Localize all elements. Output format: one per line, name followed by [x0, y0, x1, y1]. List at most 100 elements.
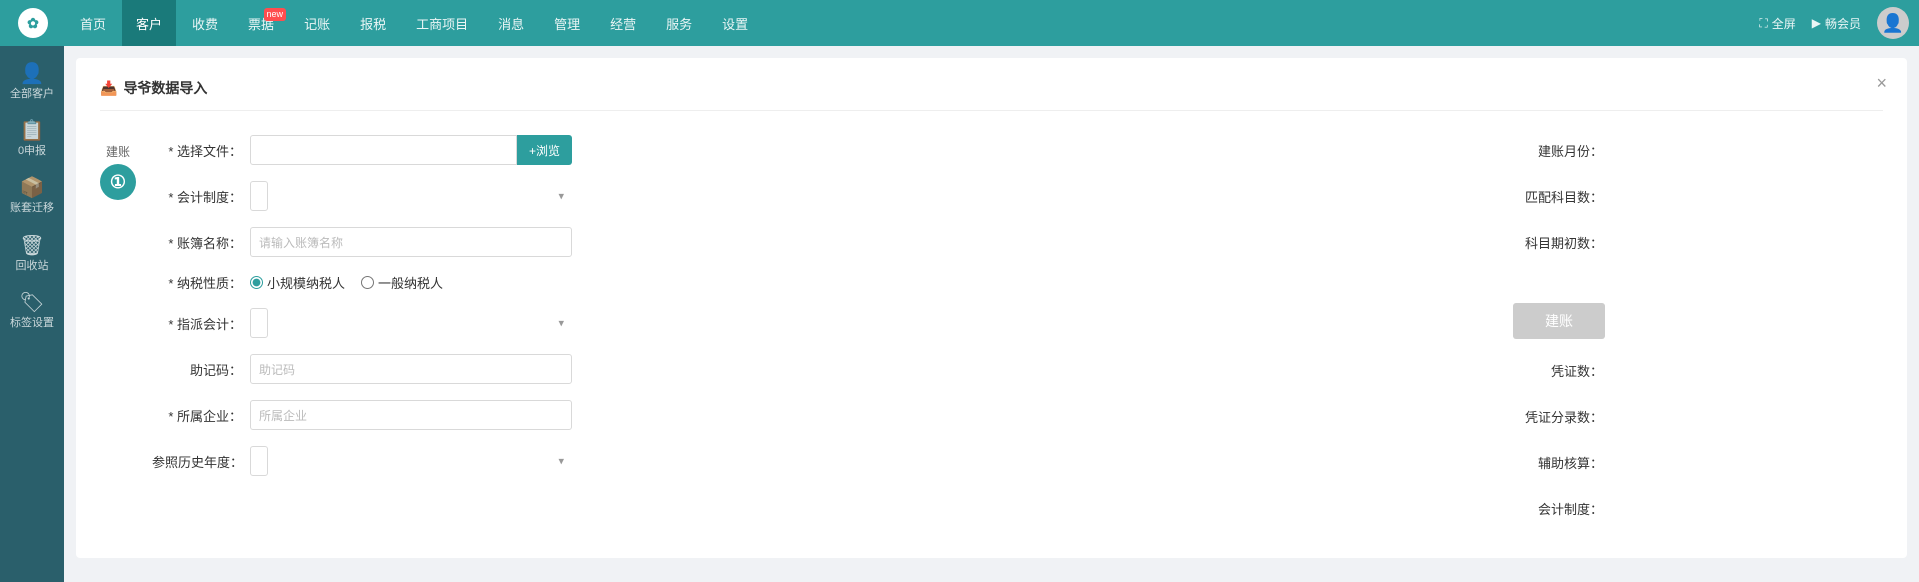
nav-items: 首页客户收费票据new记账报税工商项目消息管理经营服务设置 [66, 0, 1759, 46]
sidebar-icon-declare: 📋 [20, 121, 45, 141]
period-initial-row: 科目期初数： [1513, 227, 1883, 257]
tax-type-label: * 纳税性质： [152, 273, 242, 292]
period-initial-label: 科目期初数： [1513, 233, 1603, 252]
file-input-wrapper: +浏览 [250, 135, 572, 165]
history-year-select-wrapper [250, 446, 572, 476]
file-label: * 选择文件： [152, 141, 242, 160]
aux-accounting-value [1611, 447, 1883, 477]
right-panel-fields: 建账月份： 匹配科目数： 科目期初数： [1513, 135, 1883, 523]
close-button[interactable]: × [1876, 74, 1887, 92]
sidebar-label-tags: 标签设置 [10, 317, 54, 330]
form-layout: 建账 ① * 选择文件： +浏览 [100, 135, 1883, 523]
tax-radio-small-input[interactable] [250, 276, 263, 289]
build-btn-row: 建账 [1513, 283, 1883, 339]
title-text: 导爷数据导入 [123, 78, 207, 98]
user-avatar[interactable]: 👤 [1877, 7, 1909, 39]
company-input[interactable] [250, 400, 572, 430]
nav-item-finance[interactable]: 经营 [596, 0, 650, 46]
nav-item-billing[interactable]: 收费 [178, 0, 232, 46]
tax-radio-small[interactable]: 小规模纳税人 [250, 273, 345, 292]
nav-item-biz[interactable]: 工商项目 [402, 0, 482, 46]
browse-button[interactable]: +浏览 [517, 135, 572, 165]
accounting-system-label: * 会计制度： [152, 187, 242, 206]
tax-radio-general[interactable]: 一般纳税人 [361, 273, 443, 292]
ledger-name-label: * 账簿名称： [152, 233, 242, 252]
accounting-system-right-row: 会计制度： [1513, 493, 1883, 523]
history-year-select[interactable] [250, 446, 268, 476]
sidebar: 👤 全部客户 📋 0申报 📦账套迁移 🗑 回收站 🏷 标签设置 [0, 46, 64, 582]
nav-item-home[interactable]: 首页 [66, 0, 120, 46]
aux-accounting-row: 辅助核算： [1513, 447, 1883, 477]
page-card: 📥 导爷数据导入 × 建账 ① [76, 58, 1907, 558]
page-header: 📥 导爷数据导入 × [100, 78, 1883, 111]
period-initial-value [1611, 227, 1883, 257]
avatar-icon: 👤 [1882, 13, 1904, 34]
sidebar-icon-tags: 🏷 [19, 293, 44, 313]
accountant-row: * 指派会计： [152, 308, 572, 338]
match-subjects-value [1611, 181, 1883, 211]
nav-item-settings[interactable]: 设置 [708, 0, 762, 46]
fullscreen-button[interactable]: ⛶ 全屏 [1759, 15, 1795, 32]
nav-item-msg[interactable]: 消息 [484, 0, 538, 46]
company-row: * 所属企业： [152, 400, 572, 430]
sidebar-item-trash[interactable]: 🗑 回收站 [4, 228, 60, 281]
history-year-row: 参照历史年度： [152, 446, 572, 476]
voucher-value [1611, 355, 1883, 385]
member-button[interactable]: ▶ 畅会员 [1812, 15, 1861, 32]
file-input[interactable] [250, 135, 517, 165]
nav-item-service[interactable]: 服务 [652, 0, 706, 46]
nav-item-accounting[interactable]: 记账 [290, 0, 344, 46]
sidebar-item-tags[interactable]: 🏷 标签设置 [4, 285, 60, 338]
accounting-system-select[interactable] [250, 181, 268, 211]
tax-type-row: * 纳税性质： 小规模纳税人 一般纳税人 [152, 273, 572, 292]
memo-input[interactable] [250, 354, 572, 384]
tax-radio-general-label: 一般纳税人 [378, 273, 443, 292]
accountant-label: * 指派会计： [152, 314, 242, 333]
sidebar-label-all-customers: 全部客户 [10, 88, 54, 101]
top-navigation: ✿ 首页客户收费票据new记账报税工商项目消息管理经营服务设置 ⛶ 全屏 ▶ 畅… [0, 0, 1919, 46]
tax-radio-small-label: 小规模纳税人 [267, 273, 345, 292]
sidebar-label-trash: 回收站 [16, 260, 49, 273]
build-account-button[interactable]: 建账 [1513, 303, 1605, 339]
form-fields: * 选择文件： +浏览 * 会计制度： [152, 135, 572, 476]
fullscreen-icon: ⛶ [1759, 16, 1767, 31]
member-icon: ▶ [1812, 16, 1821, 30]
accounting-system-right-label: 会计制度： [1513, 499, 1603, 518]
form-left: 建账 ① * 选择文件： +浏览 [100, 135, 1483, 523]
nav-badge-invoice: new [264, 8, 287, 21]
month-label: 建账月份： [1513, 141, 1603, 160]
company-label: * 所属企业： [152, 406, 242, 425]
sidebar-item-all-customers[interactable]: 👤 全部客户 [4, 56, 60, 109]
fullscreen-label: 全屏 [1772, 15, 1796, 32]
ledger-name-row: * 账簿名称： [152, 227, 572, 257]
voucher-entries-row: 凭证分录数： [1513, 401, 1883, 431]
app-logo: ✿ [10, 0, 56, 46]
nav-item-manage[interactable]: 管理 [540, 0, 594, 46]
step-circle: ① [100, 164, 136, 200]
match-subjects-label: 匹配科目数： [1513, 187, 1603, 206]
accounting-system-select-wrapper [250, 181, 572, 211]
sidebar-label-declare: 0申报 [18, 145, 46, 158]
voucher-label: 凭证数： [1513, 361, 1603, 380]
tax-radio-general-input[interactable] [361, 276, 374, 289]
member-label: 畅会员 [1825, 15, 1861, 32]
nav-item-tax[interactable]: 报税 [346, 0, 400, 46]
accounting-system-row: * 会计制度： [152, 181, 572, 211]
nav-item-customer[interactable]: 客户 [122, 0, 176, 46]
sidebar-item-migration[interactable]: 📦账套迁移 [4, 170, 60, 223]
voucher-row: 凭证数： [1513, 355, 1883, 385]
form-right: 建账月份： 匹配科目数： 科目期初数： [1483, 135, 1883, 523]
history-year-label: 参照历史年度： [152, 452, 242, 471]
sidebar-icon-trash: 🗑 [19, 236, 44, 256]
file-row: * 选择文件： +浏览 [152, 135, 572, 165]
ledger-name-input[interactable] [250, 227, 572, 257]
sidebar-label-migration: 账套迁移 [10, 202, 54, 215]
nav-item-invoice[interactable]: 票据new [234, 0, 288, 46]
sidebar-icon-all-customers: 👤 [20, 64, 45, 84]
match-subjects-row: 匹配科目数： [1513, 181, 1883, 211]
step-label: 建账 [106, 143, 130, 160]
sidebar-item-declare[interactable]: 📋 0申报 [4, 113, 60, 166]
accountant-select[interactable] [250, 308, 268, 338]
main-layout: 👤 全部客户 📋 0申报 📦账套迁移 🗑 回收站 🏷 标签设置 📥 导爷数据导入 × 建账 [0, 46, 1919, 582]
aux-accounting-label: 辅助核算： [1513, 453, 1603, 472]
